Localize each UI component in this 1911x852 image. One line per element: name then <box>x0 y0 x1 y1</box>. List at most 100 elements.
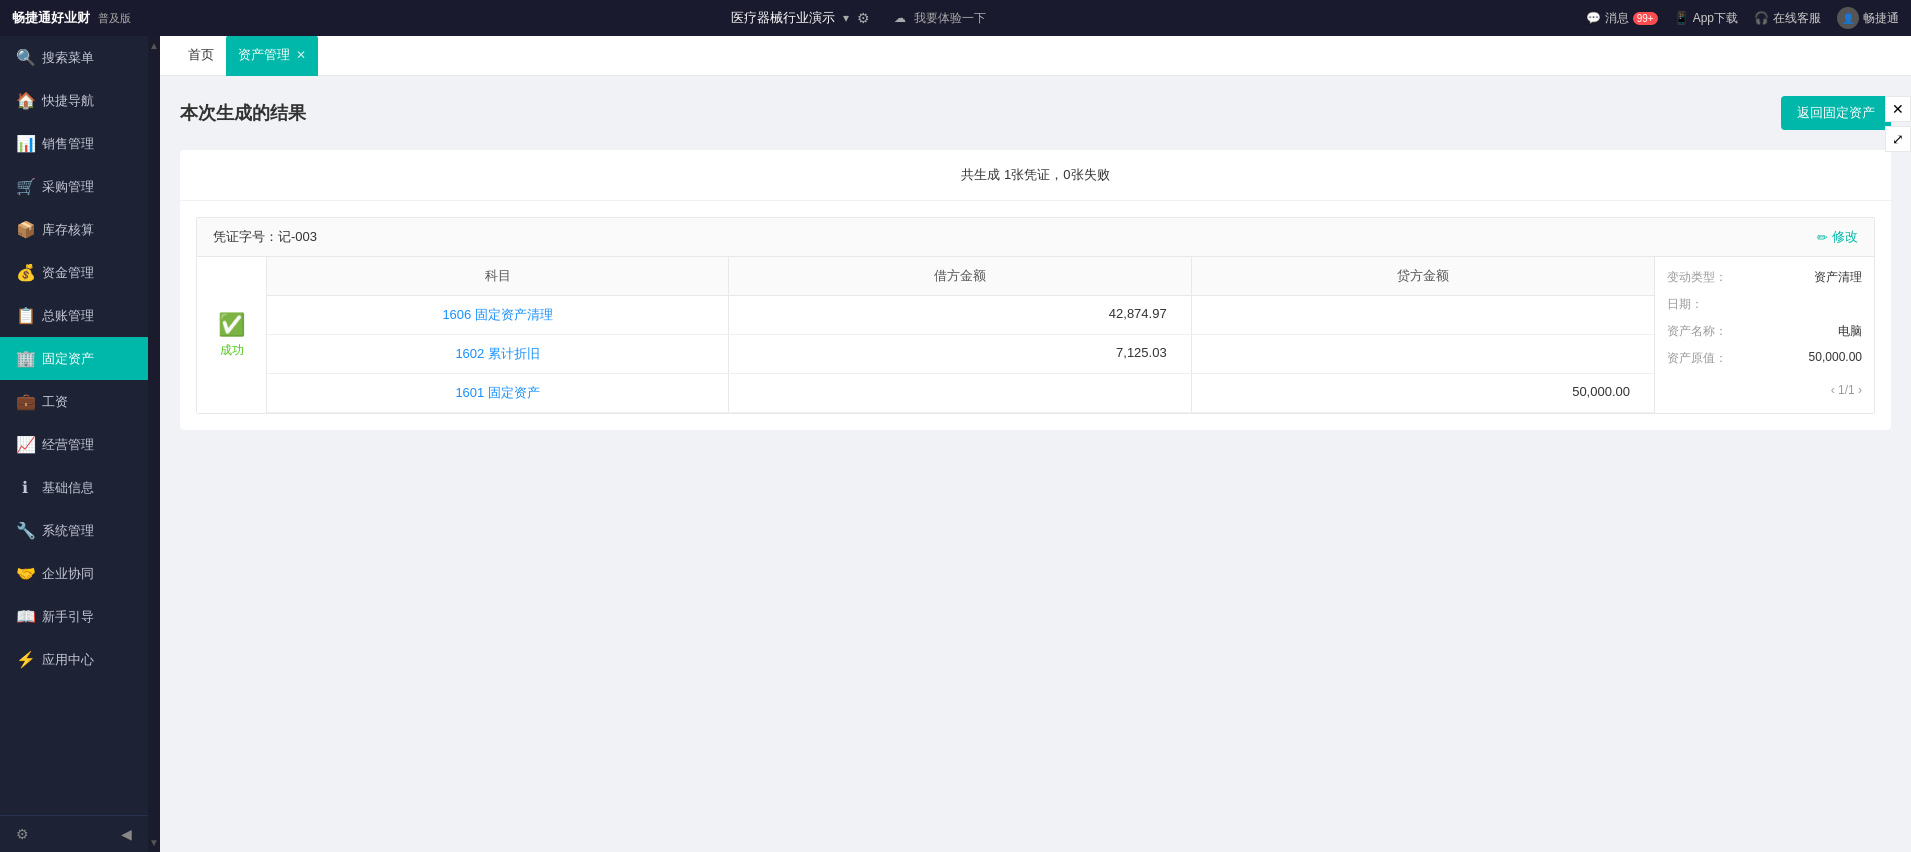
debit-cell-3 <box>729 374 1191 412</box>
date-row: 日期： <box>1667 296 1862 313</box>
scroll-down-icon[interactable]: ▼ <box>149 837 159 848</box>
system-icon: 🔧 <box>16 521 34 540</box>
messages-label: 消息 <box>1605 10 1629 27</box>
col-credit: 贷方金额 <box>1192 257 1654 295</box>
sidebar-item-label: 快捷导航 <box>42 92 94 110</box>
sidebar-item-coop[interactable]: 🤝 企业协同 <box>0 552 148 595</box>
fixed-assets-icon: 🏢 <box>16 349 34 368</box>
sidebar-item-label: 应用中心 <box>42 651 94 669</box>
table-header-row: 科目 借方金额 贷方金额 <box>267 257 1654 296</box>
sidebar-item-label: 固定资产 <box>42 350 94 368</box>
change-type-label: 变动类型： <box>1667 269 1727 286</box>
sidebar-item-basic-info[interactable]: ℹ 基础信息 <box>0 466 148 509</box>
sidebar-item-quick-nav[interactable]: 🏠 快捷导航 <box>0 79 148 122</box>
page-content: 本次生成的结果 返回固定资产 共生成 1张凭证，0张失败 凭证字号：记-003 … <box>160 76 1911 852</box>
settings-gear-icon[interactable]: ⚙ <box>857 10 870 26</box>
sidebar-item-sales[interactable]: 📊 销售管理 <box>0 122 148 165</box>
col-subject: 科目 <box>267 257 729 295</box>
credit-cell-2 <box>1192 335 1654 373</box>
sidebar-item-label: 总账管理 <box>42 307 94 325</box>
guide-icon: 📖 <box>16 607 34 626</box>
username: 畅捷通 <box>1863 10 1899 27</box>
ledger-icon: 📋 <box>16 306 34 325</box>
subject-cell-1[interactable]: 1606 固定资产清理 <box>267 296 729 334</box>
payroll-icon: 💼 <box>16 392 34 411</box>
sidebar-item-apps[interactable]: ⚡ 应用中心 <box>0 638 148 681</box>
voucher-table: 科目 借方金额 贷方金额 1606 固定资产清理 42,874.97 <box>267 257 1654 413</box>
page-title: 本次生成的结果 <box>180 101 306 125</box>
page-header: 本次生成的结果 返回固定资产 <box>180 96 1891 130</box>
tab-home[interactable]: 首页 <box>176 36 226 76</box>
change-type-row: 变动类型： 资产清理 <box>1667 269 1862 286</box>
asset-name-label: 资产名称： <box>1667 323 1727 340</box>
inventory-icon: 📦 <box>16 220 34 239</box>
collapse-icon[interactable]: ◀ <box>121 826 132 842</box>
app-download-button[interactable]: 📱 App下载 <box>1674 10 1738 27</box>
debit-cell-1: 42,874.97 <box>729 296 1191 334</box>
tab-bar: 首页 资产管理 ✕ <box>160 36 1911 76</box>
sidebar-item-label: 销售管理 <box>42 135 94 153</box>
online-service-button[interactable]: 🎧 在线客服 <box>1754 10 1821 27</box>
table-row: 1606 固定资产清理 42,874.97 <box>267 296 1654 335</box>
close-panel-button[interactable]: ✕ <box>1885 96 1911 122</box>
subject-cell-3[interactable]: 1601 固定资产 <box>267 374 729 412</box>
voucher-section: 凭证字号：记-003 ✏ 修改 ✅ 成功 <box>196 217 1875 414</box>
result-card: 共生成 1张凭证，0张失败 凭证字号：记-003 ✏ 修改 <box>180 150 1891 430</box>
sidebar-item-guide[interactable]: 📖 新手引导 <box>0 595 148 638</box>
voucher-header: 凭证字号：记-003 ✏ 修改 <box>197 218 1874 257</box>
tab-asset-manage[interactable]: 资产管理 ✕ <box>226 36 318 76</box>
panel-controls: ✕ ⤢ <box>1885 96 1911 152</box>
sidebar-item-system[interactable]: 🔧 系统管理 <box>0 509 148 552</box>
back-to-fixed-assets-button[interactable]: 返回固定资产 <box>1781 96 1891 130</box>
next-page-icon[interactable]: › <box>1858 383 1862 397</box>
edit-icon: ✏ <box>1817 230 1828 245</box>
sidebar-item-payroll[interactable]: 💼 工资 <box>0 380 148 423</box>
search-icon: 🔍 <box>16 48 34 67</box>
success-label: 成功 <box>220 342 244 359</box>
credit-cell-1 <box>1192 296 1654 334</box>
header-center: 医疗器械行业演示 ▾ ⚙ ☁ 我要体验一下 <box>131 9 1586 27</box>
sidebar-item-ledger[interactable]: 📋 总账管理 <box>0 294 148 337</box>
company-dropdown-icon[interactable]: ▾ <box>843 11 849 25</box>
panel-pagination: ‹ 1/1 › <box>1667 383 1862 397</box>
messages-badge: 99+ <box>1633 12 1658 25</box>
sidebar-item-label: 资金管理 <box>42 264 94 282</box>
top-header: 畅捷通好业财 普及版 医疗器械行业演示 ▾ ⚙ ☁ 我要体验一下 💬 消息 99… <box>0 0 1911 36</box>
prev-page-icon[interactable]: ‹ <box>1831 383 1835 397</box>
asset-name-row: 资产名称： 电脑 <box>1667 323 1862 340</box>
sidebar-item-label: 经营管理 <box>42 436 94 454</box>
scroll-up-icon[interactable]: ▲ <box>149 40 159 51</box>
tab-close-icon[interactable]: ✕ <box>296 48 306 62</box>
sidebar-item-ops[interactable]: 📈 经营管理 <box>0 423 148 466</box>
sidebar-item-label: 系统管理 <box>42 522 94 540</box>
success-status-col: ✅ 成功 <box>197 257 267 413</box>
sidebar-item-label: 企业协同 <box>42 565 94 583</box>
app-logo: 畅捷通好业财 <box>12 9 90 27</box>
coop-icon: 🤝 <box>16 564 34 583</box>
basic-info-icon: ℹ <box>16 478 34 497</box>
sidebar-item-inventory[interactable]: 📦 库存核算 <box>0 208 148 251</box>
change-type-value: 资产清理 <box>1814 269 1862 286</box>
experience-button[interactable]: 我要体验一下 <box>914 10 986 27</box>
sidebar-item-purchase[interactable]: 🛒 采购管理 <box>0 165 148 208</box>
user-info[interactable]: 👤 畅捷通 <box>1837 7 1899 29</box>
table-row: 1602 累计折旧 7,125.03 <box>267 335 1654 374</box>
logo-area: 畅捷通好业财 普及版 <box>12 9 131 27</box>
voucher-body: ✅ 成功 科目 借方金额 贷方金额 160 <box>197 257 1874 413</box>
messages-button[interactable]: 💬 消息 99+ <box>1586 10 1658 27</box>
settings-icon[interactable]: ⚙ <box>16 826 29 842</box>
expand-panel-button[interactable]: ⤢ <box>1885 126 1911 152</box>
sidebar-item-capital[interactable]: 💰 资金管理 <box>0 251 148 294</box>
sidebar-item-fixed-assets[interactable]: 🏢 固定资产 <box>0 337 148 380</box>
app-edition: 普及版 <box>98 11 131 26</box>
sales-icon: 📊 <box>16 134 34 153</box>
subject-cell-2[interactable]: 1602 累计折旧 <box>267 335 729 373</box>
message-icon: 💬 <box>1586 11 1601 25</box>
sidebar-item-search[interactable]: 🔍 搜索菜单 <box>0 36 148 79</box>
voucher-number: 凭证字号：记-003 <box>213 228 317 246</box>
ops-icon: 📈 <box>16 435 34 454</box>
sidebar-item-label: 库存核算 <box>42 221 94 239</box>
edit-voucher-button[interactable]: ✏ 修改 <box>1817 228 1858 246</box>
sidebar-item-label: 基础信息 <box>42 479 94 497</box>
sidebar: 🔍 搜索菜单 🏠 快捷导航 📊 销售管理 🛒 采购管理 📦 库存核算 💰 <box>0 36 148 852</box>
